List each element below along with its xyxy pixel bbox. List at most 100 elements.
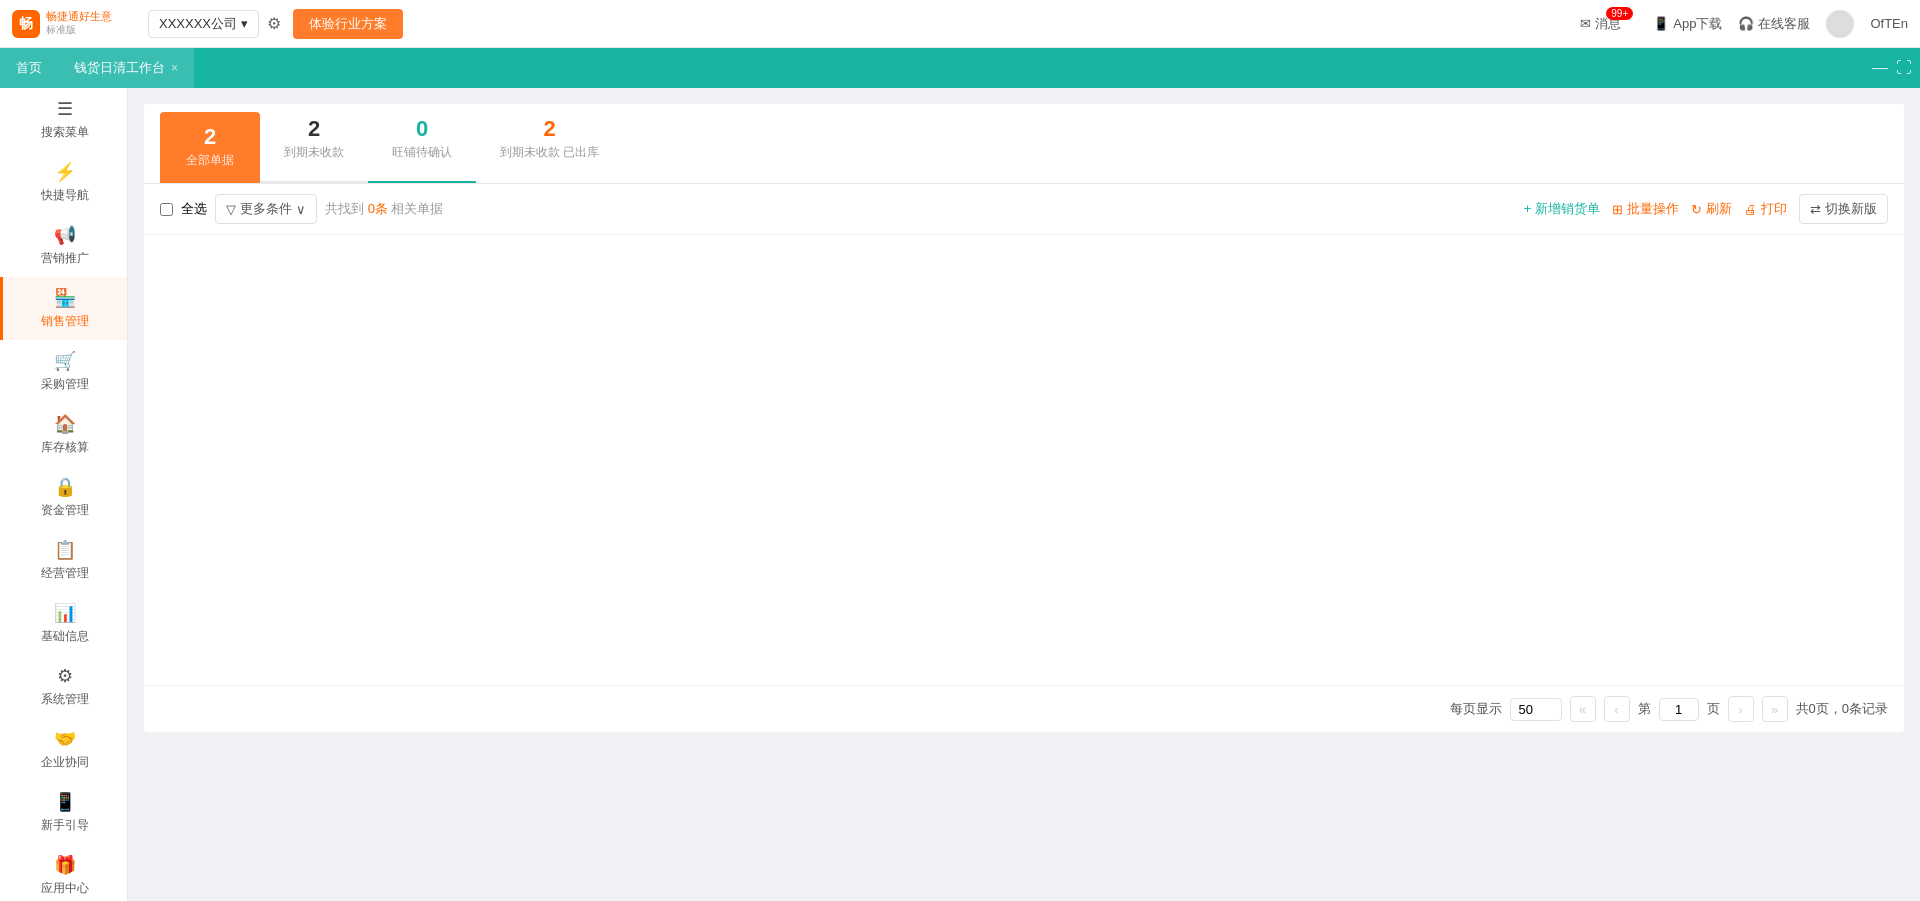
avatar[interactable]	[1826, 10, 1854, 38]
sidebar: ☰ 搜索菜单 ⚡ 快捷导航 📢 营销推广 🏪 销售管理 🛒 采购管理 🏠 库存核…	[0, 88, 128, 901]
message-badge: 99+	[1606, 7, 1633, 20]
stat-num-pending: 0	[416, 116, 428, 142]
refresh-button[interactable]: ↻ 刷新	[1691, 200, 1732, 218]
minimize-icon[interactable]: —	[1872, 59, 1888, 77]
page-suffix: 页	[1707, 700, 1720, 718]
sidebar-item-app-center[interactable]: 🎁 应用中心	[0, 844, 127, 901]
sidebar-item-cooperation[interactable]: 🤝 企业协同	[0, 718, 127, 781]
trial-button[interactable]: 体验行业方案	[293, 9, 403, 39]
tab-home[interactable]: 首页	[0, 48, 58, 88]
select-all-label: 全选	[181, 200, 207, 218]
headset-icon: 🎧	[1738, 16, 1754, 31]
sidebar-item-guide[interactable]: 📱 新手引导	[0, 781, 127, 844]
sidebar-item-system[interactable]: ⚙ 系统管理	[0, 655, 127, 718]
sidebar-item-label: 采购管理	[41, 376, 89, 393]
sidebar-item-label: 销售管理	[41, 313, 89, 330]
per-page-label: 每页显示	[1450, 700, 1502, 718]
sidebar-item-quick-nav[interactable]: ⚡ 快捷导航	[0, 151, 127, 214]
last-page-button[interactable]: »	[1762, 696, 1788, 722]
main-content: 2 全部单据 2 到期未收款 0 旺铺待确认 2 到期未收款 已出库 全选	[128, 88, 1920, 901]
sidebar-item-label: 经营管理	[41, 565, 89, 582]
nav-tabs: 首页 钱货日清工作台 × — ⛶	[0, 48, 1920, 88]
stat-num-all: 2	[204, 124, 216, 150]
settings-icon[interactable]: ⚙	[267, 14, 281, 33]
message-button[interactable]: ✉ 消息 99+	[1580, 15, 1621, 33]
company-selector[interactable]: XXXXXX公司 ▾	[148, 10, 259, 38]
lightning-icon: ⚡	[54, 161, 76, 183]
store-icon: 🏪	[54, 287, 76, 309]
lock-icon: 🔒	[54, 476, 76, 498]
result-count: 0条	[368, 201, 388, 216]
message-icon: ✉	[1580, 16, 1591, 31]
search-menu-icon: ☰	[57, 98, 73, 120]
total-label: 共0页，0条记录	[1796, 700, 1888, 718]
mobile-icon: 📱	[1653, 16, 1669, 31]
nav-tabs-right: — ⛶	[1872, 59, 1920, 77]
stat-label-overdue: 到期未收款	[284, 144, 344, 161]
pagination: 每页显示 50 20 100 « ‹ 第 页 › » 共0页，0条记录	[144, 685, 1904, 732]
sidebar-item-marketing[interactable]: 📢 营销推广	[0, 214, 127, 277]
logo-area: 畅 畅捷通好生意 标准版	[12, 10, 140, 38]
company-name: XXXXXX公司	[159, 15, 237, 33]
print-icon: 🖨	[1744, 202, 1757, 217]
sidebar-item-purchase[interactable]: 🛒 采购管理	[0, 340, 127, 403]
sidebar-item-label: 系统管理	[41, 691, 89, 708]
online-service-label: 在线客服	[1758, 15, 1810, 33]
batch-operation-button[interactable]: ⊞ 批量操作	[1612, 200, 1679, 218]
chevron-down-icon: ▾	[241, 16, 248, 31]
print-button[interactable]: 🖨 打印	[1744, 200, 1787, 218]
sidebar-item-label: 基础信息	[41, 628, 89, 645]
maximize-icon[interactable]: ⛶	[1896, 59, 1912, 77]
per-page-select[interactable]: 50 20 100	[1510, 698, 1562, 721]
sidebar-item-operations[interactable]: 📋 经营管理	[0, 529, 127, 592]
new-sale-order-button[interactable]: + 新增销货单	[1524, 200, 1600, 218]
next-page-button[interactable]: ›	[1728, 696, 1754, 722]
stat-tab-overdue[interactable]: 2 到期未收款	[260, 104, 368, 183]
stat-tab-shipped[interactable]: 2 到期未收款 已出库	[476, 104, 623, 183]
filter-label: 更多条件	[240, 200, 292, 218]
batch-icon: ⊞	[1612, 202, 1623, 217]
handshake-icon: 🤝	[54, 728, 76, 750]
prev-page-button[interactable]: ‹	[1604, 696, 1630, 722]
page-number-input[interactable]	[1659, 698, 1699, 721]
stat-num-shipped: 2	[544, 116, 556, 142]
filter-icon: ▽	[226, 202, 236, 217]
toolbar: 全选 ▽ 更多条件 ∨ 共找到 0条 相关单据 + 新增销货单 ⊞	[144, 184, 1904, 235]
stat-tab-all[interactable]: 2 全部单据	[160, 112, 260, 183]
app-download-button[interactable]: 📱 App下载	[1653, 15, 1722, 33]
refresh-icon: ↻	[1691, 202, 1702, 217]
switch-version-button[interactable]: ⇄ 切换新版	[1799, 194, 1888, 224]
sidebar-item-label: 资金管理	[41, 502, 89, 519]
stat-label-shipped: 到期未收款 已出库	[500, 144, 599, 161]
result-text: 共找到 0条 相关单据	[325, 200, 443, 218]
megaphone-icon: 📢	[54, 224, 76, 246]
stat-label-all: 全部单据	[186, 152, 234, 169]
guide-icon: 📱	[54, 791, 76, 813]
cart-icon: 🛒	[54, 350, 76, 372]
gear-icon: ⚙	[57, 665, 73, 687]
select-all-checkbox[interactable]	[160, 203, 173, 216]
sidebar-item-search[interactable]: ☰ 搜索菜单	[0, 88, 127, 151]
page-label: 第	[1638, 700, 1651, 718]
clipboard-icon: 📋	[54, 539, 76, 561]
filter-button[interactable]: ▽ 更多条件 ∨	[215, 194, 317, 224]
first-page-button[interactable]: «	[1570, 696, 1596, 722]
sidebar-item-label: 新手引导	[41, 817, 89, 834]
logo-icon: 畅	[12, 10, 40, 38]
switch-icon: ⇄	[1810, 202, 1821, 217]
toolbar-right: + 新增销货单 ⊞ 批量操作 ↻ 刷新 🖨 打印 ⇄ 切换新版	[1524, 194, 1888, 224]
tab-workbench[interactable]: 钱货日清工作台 ×	[58, 48, 194, 88]
empty-table-area	[144, 235, 1904, 685]
sidebar-item-label: 企业协同	[41, 754, 89, 771]
sidebar-item-basic-info[interactable]: 📊 基础信息	[0, 592, 127, 655]
stat-tab-pending[interactable]: 0 旺铺待确认	[368, 104, 476, 183]
sidebar-item-sales[interactable]: 🏪 销售管理	[0, 277, 127, 340]
warehouse-icon: 🏠	[54, 413, 76, 435]
sidebar-item-inventory[interactable]: 🏠 库存核算	[0, 403, 127, 466]
sidebar-item-label: 应用中心	[41, 880, 89, 897]
user-name[interactable]: OfTEn	[1870, 16, 1908, 31]
tab-close-icon[interactable]: ×	[171, 61, 178, 75]
logo-title: 畅捷通好生意	[46, 10, 112, 23]
online-service-button[interactable]: 🎧 在线客服	[1738, 15, 1810, 33]
sidebar-item-finance[interactable]: 🔒 资金管理	[0, 466, 127, 529]
